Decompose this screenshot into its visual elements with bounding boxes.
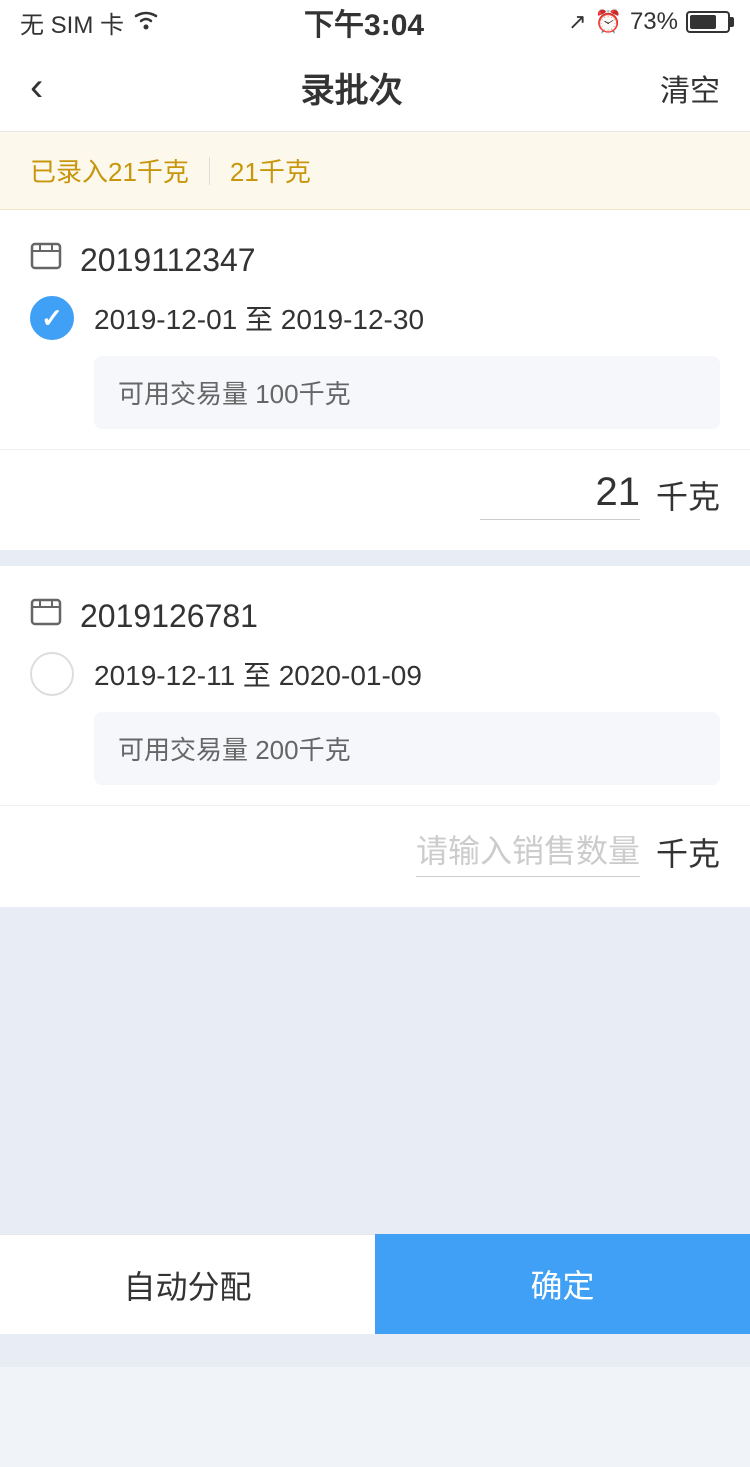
clear-button[interactable]: 清空	[660, 66, 720, 110]
qty-unit-1: 千克	[656, 472, 720, 518]
batch-date-2: 2019-12-11 至 2020-01-09	[94, 654, 422, 694]
qty-input-row-2: 请输入销售数量 千克	[0, 805, 750, 907]
batch-header-2: 2019126781	[30, 596, 720, 636]
battery-percent: 73%	[630, 8, 678, 36]
alarm-icon: ⏰	[595, 9, 622, 35]
qty-input-row-1: 21 千克	[0, 449, 750, 550]
banner-divider	[209, 157, 210, 185]
status-bar: 无 SIM 卡 下午3:04 ↗ ⏰ 73%	[0, 0, 750, 44]
nav-bar: ‹ 录批次 清空	[0, 44, 750, 132]
carrier-text: 无 SIM 卡	[20, 5, 124, 40]
batch-icon-1	[30, 240, 66, 280]
batch-date-row-1[interactable]: 2019-12-01 至 2019-12-30	[30, 296, 720, 340]
batch-header-1: 2019112347	[30, 240, 720, 280]
recorded-amount: 已录入21千克	[30, 152, 189, 189]
auto-distribute-button[interactable]: 自动分配	[0, 1234, 375, 1334]
batch-item-1: 2019112347 2019-12-01 至 2019-12-30 可用交易量…	[0, 210, 750, 449]
section-separator	[0, 550, 750, 566]
qty-input-2[interactable]: 请输入销售数量	[416, 826, 640, 877]
wifi-icon	[132, 8, 160, 37]
total-amount: 21千克	[230, 152, 311, 189]
confirm-button[interactable]: 确定	[375, 1234, 750, 1334]
batch-id-1: 2019112347	[80, 242, 256, 279]
qty-value-1: 21	[595, 470, 640, 514]
batch-icon-2	[30, 596, 66, 636]
location-icon: ↗	[568, 9, 586, 35]
back-button[interactable]: ‹	[30, 65, 43, 110]
battery-icon	[686, 11, 730, 33]
batch-id-2: 2019126781	[80, 598, 258, 635]
batch-date-1: 2019-12-01 至 2019-12-30	[94, 298, 424, 338]
page-title: 录批次	[301, 63, 403, 112]
radio-button-2[interactable]	[30, 652, 74, 696]
info-banner: 已录入21千克 21千克	[0, 132, 750, 210]
qty-unit-2: 千克	[656, 829, 720, 875]
status-bar-left: 无 SIM 卡	[20, 5, 160, 40]
available-qty-2: 可用交易量 200千克	[94, 712, 720, 785]
available-qty-1: 可用交易量 100千克	[94, 356, 720, 429]
qty-placeholder-2: 请输入销售数量	[416, 833, 640, 869]
qty-input-1[interactable]: 21	[480, 470, 640, 520]
radio-button-1[interactable]	[30, 296, 74, 340]
status-bar-time: 下午3:04	[304, 0, 424, 44]
batch-item-2: 2019126781 2019-12-11 至 2020-01-09 可用交易量…	[0, 566, 750, 805]
status-bar-right: ↗ ⏰ 73%	[568, 8, 730, 36]
footer: 自动分配 确定	[0, 1234, 750, 1334]
batch-date-row-2[interactable]: 2019-12-11 至 2020-01-09	[30, 652, 720, 696]
